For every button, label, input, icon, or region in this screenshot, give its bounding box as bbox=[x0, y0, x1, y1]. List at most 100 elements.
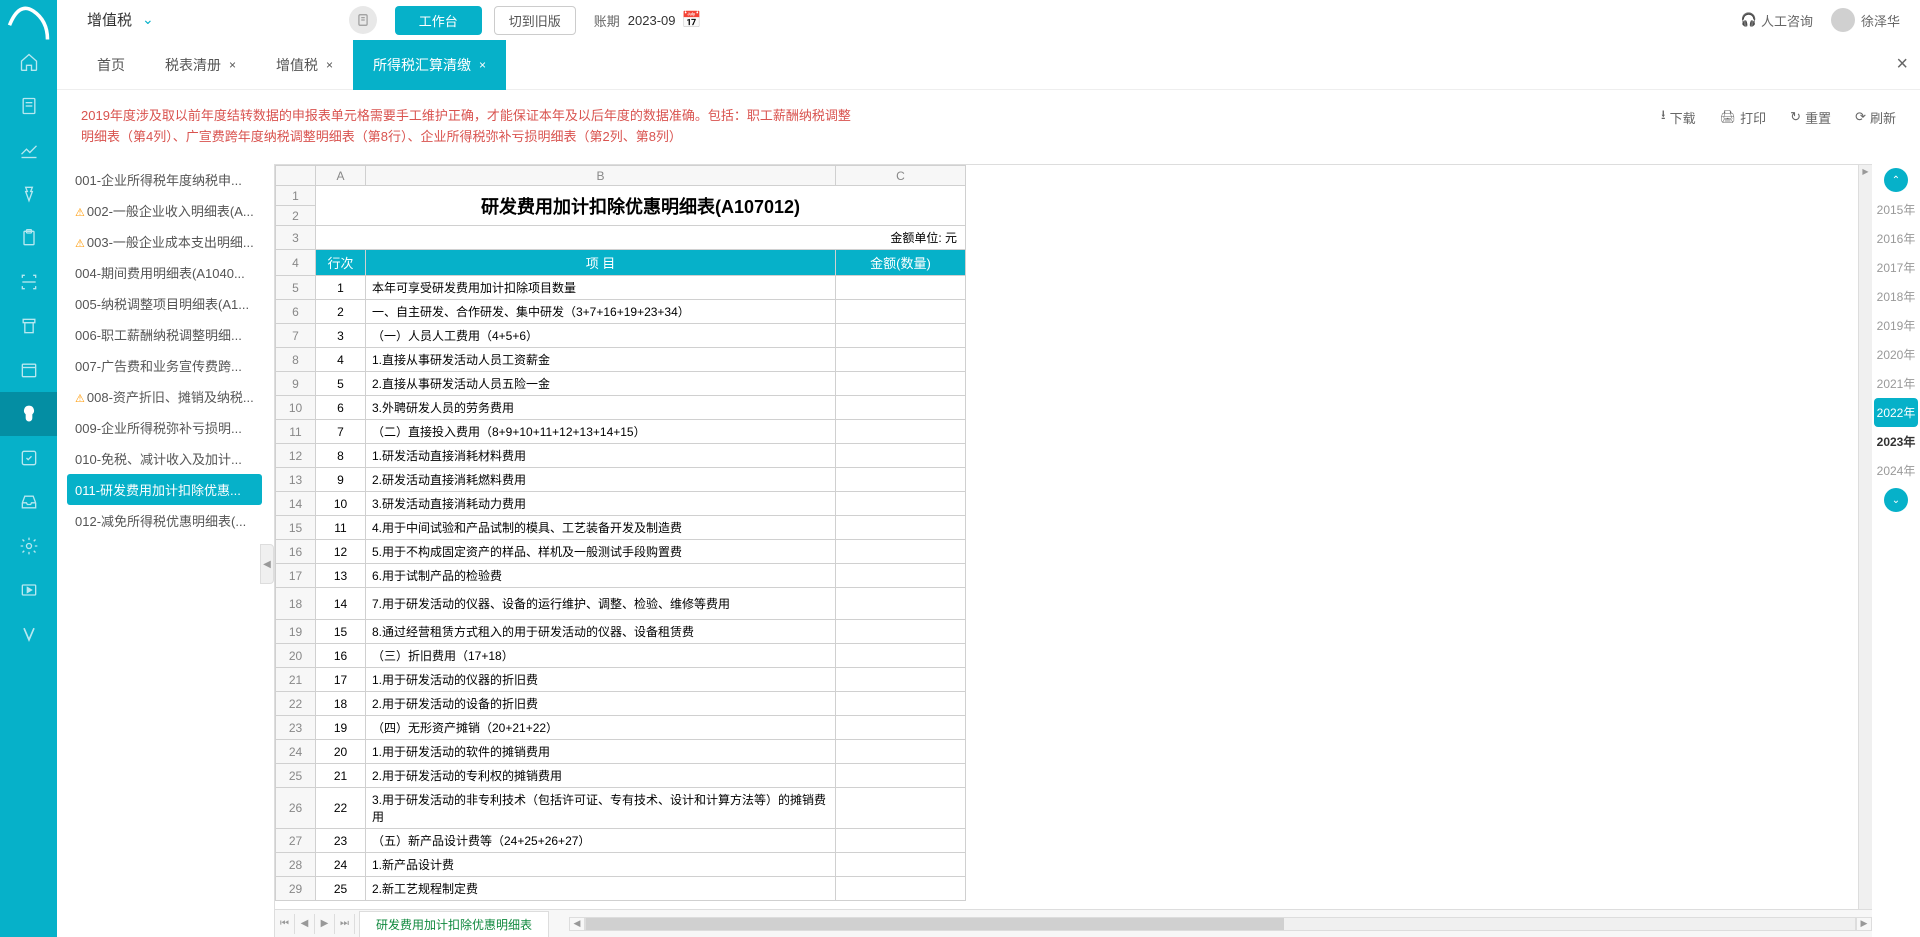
row-num-cell[interactable]: 10 bbox=[316, 492, 366, 516]
close-icon[interactable]: × bbox=[326, 58, 333, 72]
doc-icon-button[interactable] bbox=[349, 6, 377, 34]
item-cell[interactable]: 3.外聘研发人员的劳务费用 bbox=[366, 396, 836, 420]
nav-video[interactable] bbox=[0, 568, 57, 612]
year-button[interactable]: 2021年 bbox=[1874, 369, 1918, 398]
item-cell[interactable]: 1.用于研发活动的软件的摊销费用 bbox=[366, 740, 836, 764]
row-num-cell[interactable]: 5 bbox=[316, 372, 366, 396]
row-header[interactable]: 1 bbox=[276, 186, 316, 206]
item-cell[interactable]: （四）无形资产摊销（20+21+22） bbox=[366, 716, 836, 740]
row-header[interactable]: 18 bbox=[276, 588, 316, 620]
value-cell[interactable] bbox=[836, 372, 966, 396]
row-num-cell[interactable]: 17 bbox=[316, 668, 366, 692]
tree-collapse-button[interactable]: ◀ bbox=[260, 544, 274, 584]
sheet-nav-last[interactable]: ⏭ bbox=[335, 914, 355, 934]
value-cell[interactable] bbox=[836, 492, 966, 516]
row-num-cell[interactable]: 9 bbox=[316, 468, 366, 492]
value-cell[interactable] bbox=[836, 829, 966, 853]
row-num-cell[interactable]: 16 bbox=[316, 644, 366, 668]
item-cell[interactable]: 7.用于研发活动的仪器、设备的运行维护、调整、检验、维修等费用 bbox=[366, 588, 836, 620]
row-num-cell[interactable]: 3 bbox=[316, 324, 366, 348]
item-cell[interactable]: 1.用于研发活动的仪器的折旧费 bbox=[366, 668, 836, 692]
sheet-tab[interactable]: 研发费用加计扣除优惠明细表 bbox=[359, 911, 549, 937]
row-num-cell[interactable]: 11 bbox=[316, 516, 366, 540]
row-header[interactable]: 11 bbox=[276, 420, 316, 444]
item-cell[interactable]: 1.研发活动直接消耗材料费用 bbox=[366, 444, 836, 468]
item-cell[interactable]: （二）直接投入费用（8+9+10+11+12+13+14+15） bbox=[366, 420, 836, 444]
row-header[interactable]: 16 bbox=[276, 540, 316, 564]
col-header[interactable]: B bbox=[366, 166, 836, 186]
tree-item[interactable]: 010-免税、减计收入及加计... bbox=[67, 443, 262, 474]
value-cell[interactable] bbox=[836, 516, 966, 540]
item-cell[interactable]: 2.新工艺规程制定费 bbox=[366, 877, 836, 901]
value-cell[interactable] bbox=[836, 668, 966, 692]
col-header[interactable]: C bbox=[836, 166, 966, 186]
row-header[interactable]: 10 bbox=[276, 396, 316, 420]
item-cell[interactable]: 2.直接从事研发活动人员五险一金 bbox=[366, 372, 836, 396]
tree-item[interactable]: ⚠003-一般企业成本支出明细... bbox=[67, 226, 262, 257]
nav-building[interactable] bbox=[0, 304, 57, 348]
value-cell[interactable] bbox=[836, 692, 966, 716]
item-cell[interactable]: 4.用于中间试验和产品试制的模具、工艺装备开发及制造费 bbox=[366, 516, 836, 540]
value-cell[interactable] bbox=[836, 620, 966, 644]
item-cell[interactable]: 5.用于不构成固定资产的样品、样机及一般测试手段购置费 bbox=[366, 540, 836, 564]
item-cell[interactable]: 3.用于研发活动的非专利技术（包括许可证、专有技术、设计和计算方法等）的摊销费用 bbox=[366, 788, 836, 829]
close-icon[interactable]: × bbox=[479, 58, 486, 72]
row-header[interactable]: 22 bbox=[276, 692, 316, 716]
row-header[interactable]: 21 bbox=[276, 668, 316, 692]
row-num-cell[interactable]: 21 bbox=[316, 764, 366, 788]
value-cell[interactable] bbox=[836, 540, 966, 564]
user-menu[interactable]: 徐泽华 bbox=[1831, 8, 1900, 32]
item-cell[interactable]: 8.通过经营租赁方式租入的用于研发活动的仪器、设备租赁费 bbox=[366, 620, 836, 644]
tab-home[interactable]: 首页 bbox=[77, 40, 145, 90]
tree-item[interactable]: 005-纳税调整项目明细表(A1... bbox=[67, 288, 262, 319]
row-header[interactable]: 27 bbox=[276, 829, 316, 853]
row-num-cell[interactable]: 7 bbox=[316, 420, 366, 444]
row-header[interactable]: 29 bbox=[276, 877, 316, 901]
year-button[interactable]: 2022年 bbox=[1874, 398, 1918, 427]
year-button[interactable]: 2020年 bbox=[1874, 340, 1918, 369]
sheet-nav-next[interactable]: ▶ bbox=[315, 914, 335, 934]
item-cell[interactable]: 一、自主研发、合作研发、集中研发（3+7+16+19+23+34） bbox=[366, 300, 836, 324]
row-header[interactable]: 3 bbox=[276, 226, 316, 250]
year-button[interactable]: 2016年 bbox=[1874, 224, 1918, 253]
sheet-nav-prev[interactable]: ◀ bbox=[295, 914, 315, 934]
row-header[interactable]: 23 bbox=[276, 716, 316, 740]
calendar-icon[interactable]: 📅 bbox=[682, 10, 702, 30]
sheet-splitter[interactable]: ▶ bbox=[1858, 165, 1872, 909]
row-num-cell[interactable]: 24 bbox=[316, 853, 366, 877]
row-header[interactable]: 15 bbox=[276, 516, 316, 540]
refresh-button[interactable]: ⟳刷新 bbox=[1855, 106, 1896, 128]
sheet-hscroll[interactable]: ◀ ▶ bbox=[569, 916, 1872, 932]
item-cell[interactable]: （三）折旧费用（17+18） bbox=[366, 644, 836, 668]
consult-button[interactable]: 🎧 人工咨询 bbox=[1741, 11, 1813, 30]
nav-archive[interactable] bbox=[0, 436, 57, 480]
year-button[interactable]: 2015年 bbox=[1874, 195, 1918, 224]
row-num-cell[interactable]: 6 bbox=[316, 396, 366, 420]
row-num-cell[interactable]: 23 bbox=[316, 829, 366, 853]
year-scroll-down[interactable]: ⌄ bbox=[1884, 488, 1908, 512]
row-header[interactable]: 14 bbox=[276, 492, 316, 516]
value-cell[interactable] bbox=[836, 588, 966, 620]
value-cell[interactable] bbox=[836, 716, 966, 740]
year-button[interactable]: 2019年 bbox=[1874, 311, 1918, 340]
value-cell[interactable] bbox=[836, 853, 966, 877]
nav-calendar[interactable] bbox=[0, 348, 57, 392]
row-header[interactable]: 8 bbox=[276, 348, 316, 372]
row-header[interactable]: 28 bbox=[276, 853, 316, 877]
sheet-nav-first[interactable]: ⏮ bbox=[275, 914, 295, 934]
item-cell[interactable]: （一）人员人工费用（4+5+6） bbox=[366, 324, 836, 348]
value-cell[interactable] bbox=[836, 444, 966, 468]
value-cell[interactable] bbox=[836, 348, 966, 372]
row-num-cell[interactable]: 20 bbox=[316, 740, 366, 764]
value-cell[interactable] bbox=[836, 300, 966, 324]
tab-vat[interactable]: 增值税× bbox=[256, 40, 353, 90]
value-cell[interactable] bbox=[836, 788, 966, 829]
row-num-cell[interactable]: 18 bbox=[316, 692, 366, 716]
nav-tax[interactable] bbox=[0, 392, 57, 436]
value-cell[interactable] bbox=[836, 877, 966, 901]
year-button[interactable]: 2023年 bbox=[1874, 427, 1918, 456]
row-header[interactable]: 12 bbox=[276, 444, 316, 468]
row-num-cell[interactable]: 19 bbox=[316, 716, 366, 740]
tree-item[interactable]: 001-企业所得税年度纳税申... bbox=[67, 164, 262, 195]
row-num-cell[interactable]: 2 bbox=[316, 300, 366, 324]
